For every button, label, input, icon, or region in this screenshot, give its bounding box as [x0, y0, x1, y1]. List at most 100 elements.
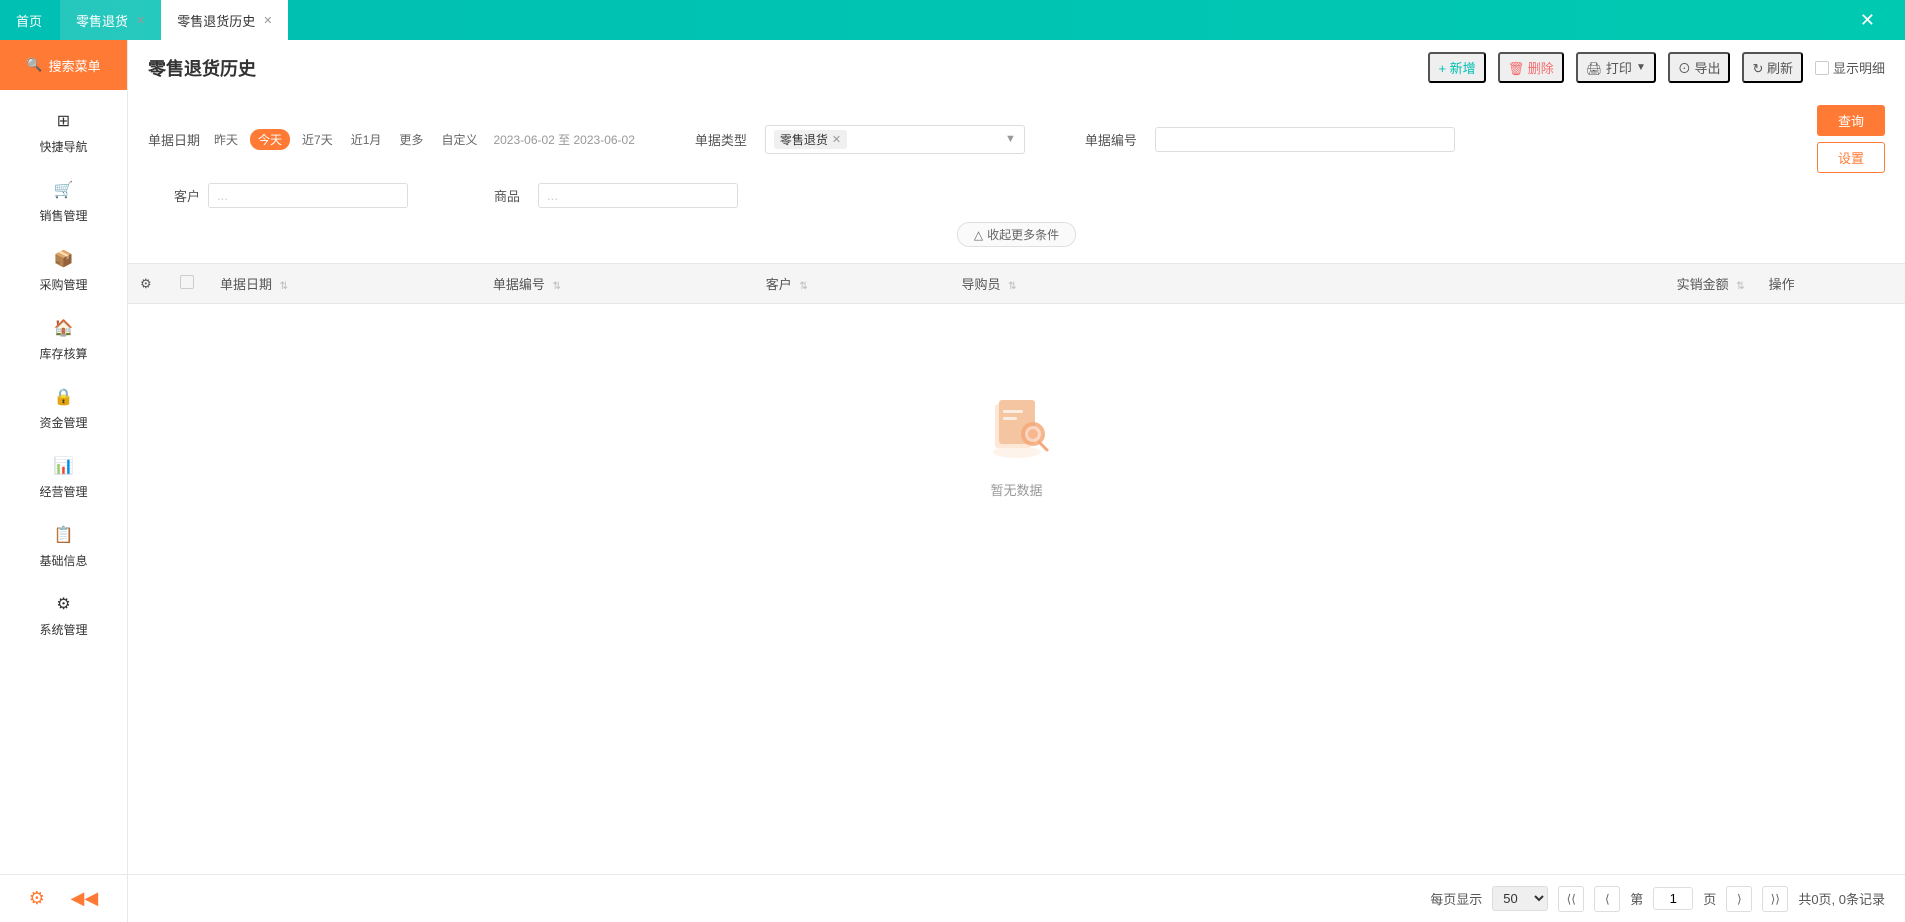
per-page-label: 每页显示 — [1430, 889, 1482, 908]
tab-home-label: 首页 — [16, 11, 42, 30]
print-button[interactable]: 🖨 打印 ▼ — [1576, 52, 1656, 83]
sidebar-nav: ⊞ 快捷导航 🛒 销售管理 📦 采购管理 🏠 库存核算 🔒 资金管理 📊 — [0, 90, 127, 874]
finance-icon: 🔒 — [53, 386, 75, 408]
basic-info-icon: 📋 — [53, 524, 75, 546]
empty-state-cell: 暂无数据 — [128, 304, 1905, 580]
th-date[interactable]: 单据日期 ⇅ — [208, 264, 481, 304]
setting-button[interactable]: 设置 — [1817, 142, 1885, 173]
tab-retail-return-history[interactable]: 零售退货历史 ✕ — [161, 0, 288, 40]
date-options: 昨天 今天 近7天 近1月 更多 自定义 2023-06-02 至 2023-0… — [208, 129, 635, 150]
th-no-sort: ⇅ — [553, 281, 561, 292]
export-button[interactable]: ⊙ 导出 — [1668, 52, 1731, 83]
table-header: ⚙ 单据日期 ⇅ 单据编号 ⇅ 客户 — [128, 264, 1905, 304]
page-input[interactable] — [1653, 887, 1693, 910]
total-label: 共0页, 0条记录 — [1798, 889, 1885, 908]
date-opt-more[interactable]: 更多 — [393, 129, 429, 150]
pagination-bar: 每页显示 10 20 50 100 ⟨⟨ ⟨ 第 页 ⟩ ⟩⟩ 共0页, 0条记… — [128, 874, 1905, 922]
date-opt-yesterday[interactable]: 昨天 — [208, 129, 244, 150]
purchase-mgmt-icon: 📦 — [53, 248, 75, 270]
voucher-no-label: 单据编号 — [1085, 130, 1145, 149]
empty-state-icon — [977, 384, 1057, 464]
th-guide-sort: ⇅ — [1008, 281, 1016, 292]
filter-row-date: 单据日期 昨天 今天 近7天 近1月 更多 自定义 2023-06-02 至 2… — [148, 105, 1885, 173]
sidebar-item-system-mgmt[interactable]: ⚙ 系统管理 — [0, 581, 127, 650]
new-button[interactable]: + 新增 — [1428, 52, 1485, 83]
sidebar-item-purchase-mgmt[interactable]: 📦 采购管理 — [0, 236, 127, 305]
inventory-icon: 🏠 — [53, 317, 75, 339]
collapse-icon: △ — [974, 228, 983, 242]
voucher-no-input[interactable] — [1155, 127, 1455, 152]
th-action-label: 操作 — [1769, 277, 1795, 292]
print-button-label: 🖨 打印 — [1586, 58, 1632, 77]
tab-retail-return-close[interactable]: ✕ — [136, 14, 145, 27]
sidebar-item-inventory[interactable]: 🏠 库存核算 — [0, 305, 127, 374]
th-no-label: 单据编号 — [493, 277, 545, 292]
empty-state-row: 暂无数据 — [128, 304, 1905, 580]
delete-button[interactable]: 🗑 删除 — [1498, 52, 1564, 83]
th-customer[interactable]: 客户 ⇅ — [754, 264, 950, 304]
customer-label: 客户 — [148, 186, 208, 205]
sidebar-item-quick-nav[interactable]: ⊞ 快捷导航 — [0, 98, 127, 167]
sidebar-bottom: ⚙ ◀◀ — [0, 874, 127, 922]
voucher-type-tag-close[interactable]: ✕ — [832, 133, 841, 146]
tab-retail-return[interactable]: 零售退货 ✕ — [60, 0, 161, 40]
sidebar-item-basic-info[interactable]: 📋 基础信息 — [0, 512, 127, 581]
th-checkbox[interactable] — [168, 264, 208, 304]
date-opt-1month[interactable]: 近1月 — [345, 129, 388, 150]
show-detail-checkbox[interactable] — [1815, 61, 1829, 75]
sidebar-item-sales-mgmt[interactable]: 🛒 销售管理 — [0, 167, 127, 236]
settings-bottom-icon[interactable]: ⚙ — [29, 888, 45, 909]
show-detail-text: 显示明细 — [1833, 58, 1885, 77]
audio-bottom-icon[interactable]: ◀◀ — [71, 888, 99, 909]
collapse-button[interactable]: △ 收起更多条件 — [957, 222, 1076, 247]
select-all-checkbox[interactable] — [180, 275, 194, 289]
sidebar-item-label-basic-info: 基础信息 — [39, 552, 87, 569]
show-detail-label: 显示明细 — [1815, 58, 1885, 77]
th-settings[interactable]: ⚙ — [128, 264, 168, 304]
export-button-label: ⊙ 导出 — [1678, 58, 1721, 77]
window-close-button[interactable]: ✕ — [1850, 10, 1885, 31]
last-page-button[interactable]: ⟩⟩ — [1762, 886, 1788, 912]
th-amount-label: 实销金额 — [1677, 277, 1729, 292]
content-area: 零售退货历史 + 新增 🗑 删除 🖨 打印 ▼ ⊙ 导出 — [128, 40, 1905, 922]
main-layout: 🔍 搜索菜单 ⊞ 快捷导航 🛒 销售管理 📦 采购管理 🏠 库存核算 🔒 — [0, 40, 1905, 922]
refresh-button[interactable]: ↻ 刷新 — [1742, 52, 1803, 83]
tab-home[interactable]: 首页 — [0, 0, 58, 40]
goods-input[interactable]: ... — [538, 183, 738, 208]
prev-page-button[interactable]: ⟨ — [1594, 886, 1620, 912]
voucher-type-tag-text: 零售退货 — [780, 131, 828, 148]
system-mgmt-icon: ⚙ — [53, 593, 75, 615]
th-amount[interactable]: 实销金额 ⇅ — [1484, 264, 1757, 304]
operations-icon: 📊 — [53, 455, 75, 477]
th-guide[interactable]: 导购员 ⇅ — [949, 264, 1183, 304]
query-button[interactable]: 查询 — [1817, 105, 1885, 136]
table-area: ⚙ 单据日期 ⇅ 单据编号 ⇅ 客户 — [128, 264, 1905, 874]
sidebar-item-operations[interactable]: 📊 经营管理 — [0, 443, 127, 512]
page-header: 零售退货历史 + 新增 🗑 删除 🖨 打印 ▼ ⊙ 导出 — [128, 40, 1905, 264]
date-opt-7days[interactable]: 近7天 — [296, 129, 339, 150]
th-guide-label: 导购员 — [961, 277, 1000, 292]
table-header-row: ⚙ 单据日期 ⇅ 单据编号 ⇅ 客户 — [128, 264, 1905, 304]
voucher-type-select[interactable]: 零售退货 ✕ ▼ — [765, 125, 1025, 154]
date-filter-label: 单据日期 — [148, 130, 208, 149]
next-page-button[interactable]: ⟩ — [1726, 886, 1752, 912]
th-date-label: 单据日期 — [220, 277, 272, 292]
sidebar-search[interactable]: 🔍 搜索菜单 — [0, 40, 127, 90]
page-label: 第 — [1630, 889, 1643, 908]
page-unit: 页 — [1703, 889, 1716, 908]
th-no[interactable]: 单据编号 ⇅ — [481, 264, 754, 304]
refresh-button-label: ↻ 刷新 — [1752, 58, 1793, 77]
filter-row-customer: 客户 ... 商品 ... — [148, 183, 1885, 208]
date-opt-today[interactable]: 今天 — [250, 129, 290, 150]
date-opt-custom[interactable]: 自定义 — [435, 129, 483, 150]
per-page-select[interactable]: 10 20 50 100 — [1492, 886, 1548, 911]
th-spacer — [1184, 264, 1484, 304]
voucher-type-tag: 零售退货 ✕ — [774, 130, 847, 149]
sidebar-item-label-sales-mgmt: 销售管理 — [39, 207, 87, 224]
first-page-button[interactable]: ⟨⟨ — [1558, 886, 1584, 912]
search-icon: 🔍 — [26, 57, 42, 73]
tab-retail-return-history-close[interactable]: ✕ — [263, 14, 272, 27]
customer-input[interactable]: ... — [208, 183, 408, 208]
sidebar-item-finance[interactable]: 🔒 资金管理 — [0, 374, 127, 443]
tab-retail-return-label: 零售退货 — [76, 11, 128, 30]
